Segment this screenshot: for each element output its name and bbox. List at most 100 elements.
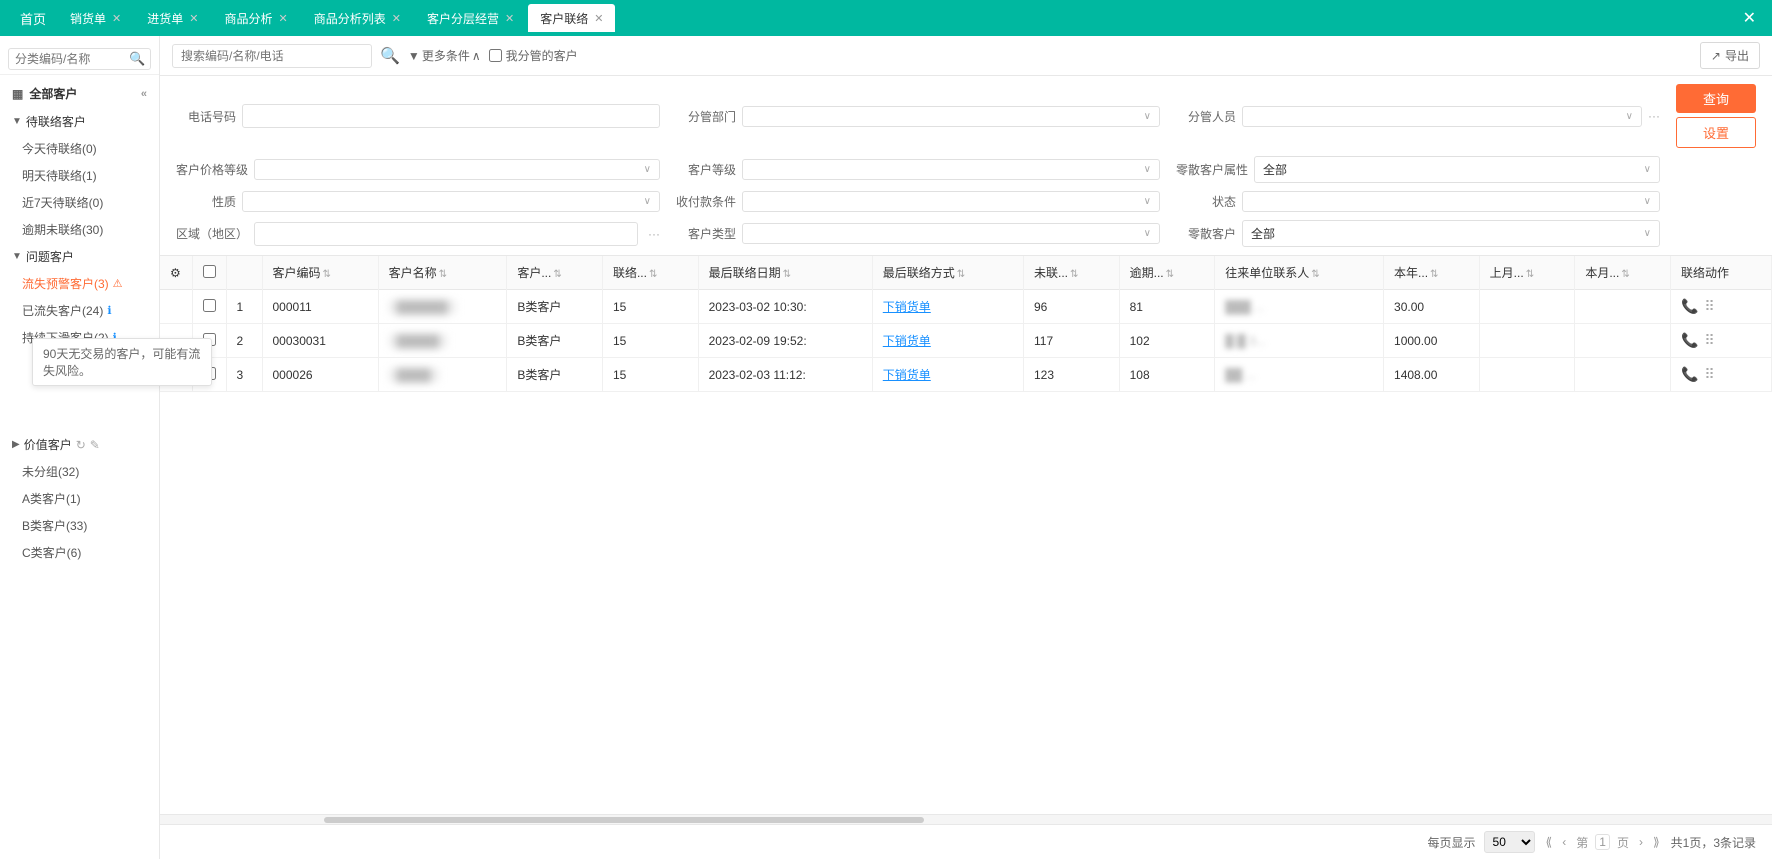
query-button[interactable]: 查询 [1676,84,1756,113]
filter-phone-input[interactable] [242,104,660,128]
col-overdue[interactable]: 逾期...⇅ [1119,256,1215,290]
sidebar-all-customers[interactable]: ▦ 全部客户 « [0,79,159,108]
sidebar-group-pending-title[interactable]: ▼ 待联络客户 [0,108,159,135]
col-no-contact[interactable]: 未联...⇅ [1023,256,1119,290]
close-icon[interactable]: ✕ [505,12,514,25]
close-icon[interactable]: ✕ [594,12,603,25]
filter-payment-select[interactable]: ∨ [742,191,1160,212]
col-unit-contact[interactable]: 往来单位联系人⇅ [1215,256,1384,290]
cell-last-contact-method[interactable]: 下销货单 [872,324,1023,358]
horizontal-scrollbar[interactable] [160,814,1772,824]
filter-customer-grade-select[interactable]: ∨ [742,159,1160,180]
sidebar-group-problem-title[interactable]: ▼ 问题客户 [0,243,159,270]
export-button[interactable]: ↗ 导出 [1700,42,1760,69]
filter-nature-select[interactable]: ∨ [242,191,660,212]
filter-customer-type-select[interactable]: ∨ [742,223,1160,244]
col-contact[interactable]: 联络...⇅ [602,256,698,290]
next-page-icon[interactable]: › [1636,835,1646,849]
filter-region-input[interactable] [254,222,638,246]
col-this-month[interactable]: 本月...⇅ [1575,256,1671,290]
sidebar-item-tomorrow[interactable]: 明天待联络(1) [0,162,159,189]
more-action-icon[interactable]: ⠿ [1704,332,1714,349]
col-name[interactable]: 客户名称⇅ [378,256,507,290]
cell-last-contact-method[interactable]: 下销货单 [872,290,1023,324]
filter-person-select[interactable]: ∨ [1242,106,1642,127]
close-icon[interactable]: ✕ [279,12,288,25]
tab-purchase[interactable]: 进货单 ✕ [135,4,210,32]
col-checkbox[interactable] [192,256,226,290]
tab-customer-tier[interactable]: 客户分层经营 ✕ [415,4,526,32]
more-action-icon[interactable]: ⠿ [1704,366,1714,383]
close-icon[interactable]: ✕ [392,12,401,25]
filter-scattered-attr-select[interactable]: 全部 ∨ [1254,156,1660,183]
close-all-icon[interactable]: ✕ [1735,8,1764,28]
refresh-icon[interactable]: ↻ [76,438,86,452]
col-settings[interactable]: ⚙ [160,256,192,290]
tab-sales[interactable]: 销货单 ✕ [58,4,133,32]
more-conditions-toggle[interactable]: ▼ 更多条件 ∧ [408,47,481,64]
row-checkbox[interactable] [203,299,216,312]
col-last-month[interactable]: 上月...⇅ [1479,256,1575,290]
tab-customer-connect[interactable]: 客户联络 ✕ [528,4,615,32]
sidebar-item-class-c[interactable]: C类客户(6) [0,539,159,566]
cell-overdue: 81 [1119,290,1215,324]
edit-icon[interactable]: ✎ [90,438,100,452]
filter-price-grade-select[interactable]: ∨ [254,159,660,180]
col-last-contact-date[interactable]: 最后联络日期⇅ [698,256,872,290]
per-page-select[interactable]: 50 20 100 [1484,831,1535,853]
sidebar-item-unclassified[interactable]: 未分组(32) [0,458,159,485]
cell-checkbox[interactable] [192,290,226,324]
filter-search-input[interactable] [172,44,372,68]
current-page[interactable]: 1 [1595,834,1610,850]
chevron-down-icon: ∨ [644,196,651,207]
sidebar-item-class-b[interactable]: B类客户(33) [0,512,159,539]
more-dots-icon[interactable]: ··· [648,227,660,241]
my-customers-checkbox-label[interactable]: 我分管的客户 [489,47,578,64]
cell-last-contact-method[interactable]: 下销货单 [872,358,1023,392]
contact-method-link[interactable]: 下销货单 [883,334,931,348]
contact-method-link[interactable]: 下销货单 [883,368,931,382]
sidebar-item-today[interactable]: 今天待联络(0) [0,135,159,162]
filter-payment-label: 收付款条件 [676,193,736,210]
scrollbar-thumb[interactable] [324,817,924,823]
filter-status-select[interactable]: ∨ [1242,191,1660,212]
sidebar-item-already-lost[interactable]: 已流失客户(24) ℹ [0,297,159,324]
select-all-checkbox[interactable] [203,265,216,278]
sidebar-group-value-title[interactable]: ▶ 价值客户 ↻ ✎ [0,431,159,458]
last-page-icon[interactable]: ⟫ [1650,835,1663,849]
table-row: 1 000011 ██████ B类客户 15 2023-03-02 10:30… [160,290,1772,324]
my-customers-checkbox[interactable] [489,49,502,62]
sidebar-group-value: ▶ 价值客户 ↻ ✎ 未分组(32) A类客户(1) B类客户(33) C类客户… [0,431,159,566]
tab-home[interactable]: 首页 [8,9,58,28]
more-dots-icon[interactable]: ··· [1648,109,1660,123]
filter-scattered-select[interactable]: 全部 ∨ [1242,220,1660,247]
sidebar-item-class-a[interactable]: A类客户(1) [0,485,159,512]
settings-icon[interactable]: ⚙ [170,266,181,280]
col-type[interactable]: 客户...⇅ [507,256,603,290]
cell-no-contact: 123 [1023,358,1119,392]
cell-this-year: 1000.00 [1384,324,1480,358]
col-code[interactable]: 客户编码⇅ [262,256,378,290]
more-action-icon[interactable]: ⠿ [1704,298,1714,315]
close-icon[interactable]: ✕ [112,12,121,25]
first-page-icon[interactable]: ⟪ [1543,835,1556,849]
col-this-year[interactable]: 本年...⇅ [1384,256,1480,290]
contact-method-link[interactable]: 下销货单 [883,300,931,314]
tab-analysis-list[interactable]: 商品分析列表 ✕ [302,4,413,32]
table-header-row: ⚙ 客户编码⇅ 客户名称⇅ 客户...⇅ 联络...⇅ 最后联络日期⇅ 最后联络… [160,256,1772,290]
sidebar-item-overdue-contact[interactable]: 逾期未联络(30) [0,216,159,243]
filter-bar: 🔍 ▼ 更多条件 ∧ 我分管的客户 ↗ 导出 [160,36,1772,76]
phone-icon[interactable]: 📞 [1681,366,1698,383]
tab-analysis[interactable]: 商品分析 ✕ [212,4,299,32]
sidebar-item-week[interactable]: 近7天待联络(0) [0,189,159,216]
close-icon[interactable]: ✕ [189,12,198,25]
filter-search-button[interactable]: 🔍 [380,46,400,66]
sidebar-item-lost-warning[interactable]: 流失预警客户(3) ⚠ [0,270,159,297]
settings-button[interactable]: 设置 [1676,117,1756,148]
phone-icon[interactable]: 📞 [1681,332,1698,349]
col-last-contact-method[interactable]: 最后联络方式⇅ [872,256,1023,290]
cell-contact: 15 [602,290,698,324]
prev-page-icon[interactable]: ‹ [1559,835,1569,849]
phone-icon[interactable]: 📞 [1681,298,1698,315]
filter-dept-select[interactable]: ∨ [742,106,1160,127]
